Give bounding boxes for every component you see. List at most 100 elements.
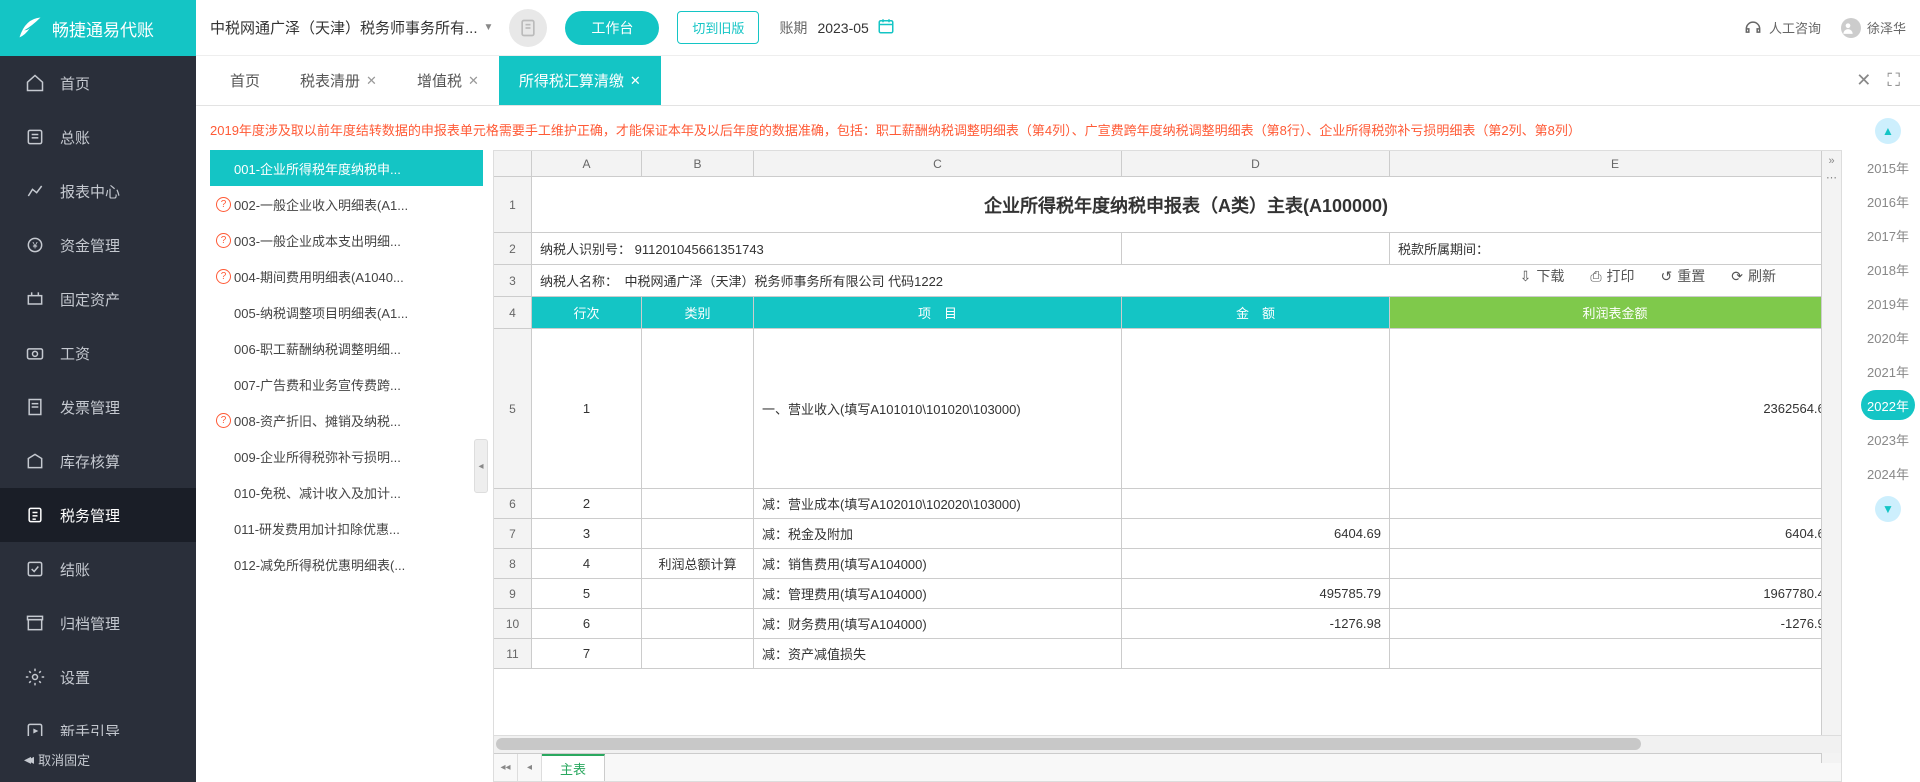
calendar-icon[interactable]	[877, 17, 895, 38]
tab-close-icon[interactable]: ✕	[630, 73, 641, 89]
cell-item[interactable]: 减：销售费用(填写A104000)	[754, 549, 1122, 578]
row-number[interactable]: 3	[494, 265, 532, 296]
nav-item-assets[interactable]: 固定资产	[0, 272, 196, 326]
row-number[interactable]: 1	[494, 177, 532, 232]
cell-profit[interactable]: 6404.69	[1390, 519, 1841, 548]
cell-rownum[interactable]: 1	[532, 329, 642, 488]
sheet-nav-first[interactable]: ◂◂	[494, 754, 518, 781]
cell-profit[interactable]	[1390, 549, 1841, 578]
sheet-nav-prev[interactable]: ◂	[518, 754, 542, 781]
collapse-form-list[interactable]: ◂	[474, 439, 488, 493]
cell-item[interactable]: 减：资产减值损失	[754, 639, 1122, 668]
cell-amount[interactable]: -1276.98	[1122, 609, 1390, 638]
tab[interactable]: 首页	[210, 56, 280, 105]
cell-profit[interactable]: 1967780.41	[1390, 579, 1841, 608]
year-option[interactable]: 2024年	[1861, 458, 1915, 488]
cell-amount[interactable]	[1122, 489, 1390, 518]
select-all-corner[interactable]	[494, 151, 532, 176]
form-list-item[interactable]: ?004-期间费用明细表(A1040...	[210, 258, 483, 294]
nav-item-reports[interactable]: 报表中心	[0, 164, 196, 218]
cell-rownum[interactable]: 3	[532, 519, 642, 548]
doc-icon-button[interactable]	[509, 9, 547, 47]
col-header-D[interactable]: D	[1122, 151, 1390, 176]
cell-rownum[interactable]: 6	[532, 609, 642, 638]
cell-item[interactable]: 一、营业收入(填写A101010\101020\103000)	[754, 329, 1122, 488]
row-number[interactable]: 4	[494, 297, 532, 328]
cell-item[interactable]: 减：营业成本(填写A102010\102020\103000)	[754, 489, 1122, 518]
tab[interactable]: 增值税✕	[397, 56, 499, 105]
help-icon[interactable]: ?	[216, 269, 231, 284]
nav-item-invoice[interactable]: 发票管理	[0, 380, 196, 434]
nav-item-tax[interactable]: 税务管理	[0, 488, 196, 542]
nav-item-salary[interactable]: 工资	[0, 326, 196, 380]
fullscreen-icon[interactable]: ⛶	[1887, 70, 1900, 91]
year-scroll-up[interactable]: ▲	[1875, 118, 1901, 144]
year-option[interactable]: 2019年	[1861, 288, 1915, 318]
form-list-item[interactable]: ?008-资产折旧、摊销及纳税...	[210, 402, 483, 438]
nav-item-home[interactable]: 首页	[0, 56, 196, 110]
switch-old-button[interactable]: 切到旧版	[677, 11, 759, 44]
workbench-button[interactable]: 工作台	[565, 11, 659, 45]
year-scroll-down[interactable]: ▼	[1875, 496, 1901, 522]
year-option[interactable]: 2016年	[1861, 186, 1915, 216]
nav-item-funds[interactable]: ¥资金管理	[0, 218, 196, 272]
cell-profit[interactable]: -1276.98	[1390, 609, 1841, 638]
cell-amount[interactable]	[1122, 639, 1390, 668]
cell-rownum[interactable]: 5	[532, 579, 642, 608]
year-option[interactable]: 2022年	[1861, 390, 1915, 420]
horizontal-scrollbar[interactable]	[494, 735, 1841, 753]
cell-amount[interactable]	[1122, 329, 1390, 488]
form-list-item[interactable]: 012-减免所得税优惠明细表(...	[210, 546, 483, 582]
row-number[interactable]: 8	[494, 549, 532, 578]
consult-button[interactable]: 人工咨询	[1743, 18, 1821, 38]
sheet-expand-icon[interactable]: »	[1828, 155, 1834, 167]
year-option[interactable]: 2018年	[1861, 254, 1915, 284]
row-number[interactable]: 2	[494, 233, 532, 264]
cell-item[interactable]: 减：管理费用(填写A104000)	[754, 579, 1122, 608]
cell-item[interactable]: 减：财务费用(填写A104000)	[754, 609, 1122, 638]
form-list-item[interactable]: 005-纳税调整项目明细表(A1...	[210, 294, 483, 330]
cell-amount[interactable]: 495785.79	[1122, 579, 1390, 608]
sheet-tab-main[interactable]: 主表	[542, 754, 605, 781]
cell-rownum[interactable]: 4	[532, 549, 642, 578]
col-header-B[interactable]: B	[642, 151, 754, 176]
sheet-menu-icon[interactable]: ⋯	[1826, 171, 1837, 184]
col-header-C[interactable]: C	[754, 151, 1122, 176]
cell-rownum[interactable]: 2	[532, 489, 642, 518]
col-header-E[interactable]: E	[1390, 151, 1841, 176]
nav-item-inventory[interactable]: 库存核算	[0, 434, 196, 488]
nav-item-ledger[interactable]: 总账	[0, 110, 196, 164]
form-list-item[interactable]: 006-职工薪酬纳税调整明细...	[210, 330, 483, 366]
row-number[interactable]: 5	[494, 329, 532, 488]
nav-item-settings[interactable]: 设置	[0, 650, 196, 704]
form-list-item[interactable]: ?002-一般企业收入明细表(A1...	[210, 186, 483, 222]
cell-profit[interactable]	[1390, 639, 1841, 668]
row-number[interactable]: 9	[494, 579, 532, 608]
year-option[interactable]: 2023年	[1861, 424, 1915, 454]
form-list-item[interactable]: 010-免税、减计收入及加计...	[210, 474, 483, 510]
tab-close-icon[interactable]: ✕	[468, 73, 479, 89]
year-option[interactable]: 2017年	[1861, 220, 1915, 250]
help-icon[interactable]: ?	[216, 197, 231, 212]
unpin-button[interactable]: ◂◂ 取消固定	[0, 736, 196, 782]
tab[interactable]: 所得税汇算清缴✕	[499, 56, 661, 105]
cell-profit[interactable]	[1390, 489, 1841, 518]
user-menu[interactable]: 徐泽华	[1841, 18, 1906, 38]
nav-item-close[interactable]: 结账	[0, 542, 196, 596]
tab-close-icon[interactable]: ✕	[366, 73, 377, 89]
year-option[interactable]: 2021年	[1861, 356, 1915, 386]
period-value[interactable]: 2023-05	[817, 20, 868, 36]
form-list-item[interactable]: 007-广告费和业务宣传费跨...	[210, 366, 483, 402]
company-selector[interactable]: 中税网通广泽（天津）税务师事务所有... ▼	[210, 17, 493, 38]
cell-rownum[interactable]: 7	[532, 639, 642, 668]
cell-profit[interactable]: 2362564.65	[1390, 329, 1841, 488]
year-option[interactable]: 2015年	[1861, 152, 1915, 182]
help-icon[interactable]: ?	[216, 233, 231, 248]
row-number[interactable]: 11	[494, 639, 532, 668]
cell-item[interactable]: 减：税金及附加	[754, 519, 1122, 548]
cell-amount[interactable]: 6404.69	[1122, 519, 1390, 548]
row-number[interactable]: 6	[494, 489, 532, 518]
form-list-item[interactable]: 011-研发费用加计扣除优惠...	[210, 510, 483, 546]
nav-item-archive[interactable]: 归档管理	[0, 596, 196, 650]
brand-logo[interactable]: 畅捷通易代账	[0, 0, 196, 56]
